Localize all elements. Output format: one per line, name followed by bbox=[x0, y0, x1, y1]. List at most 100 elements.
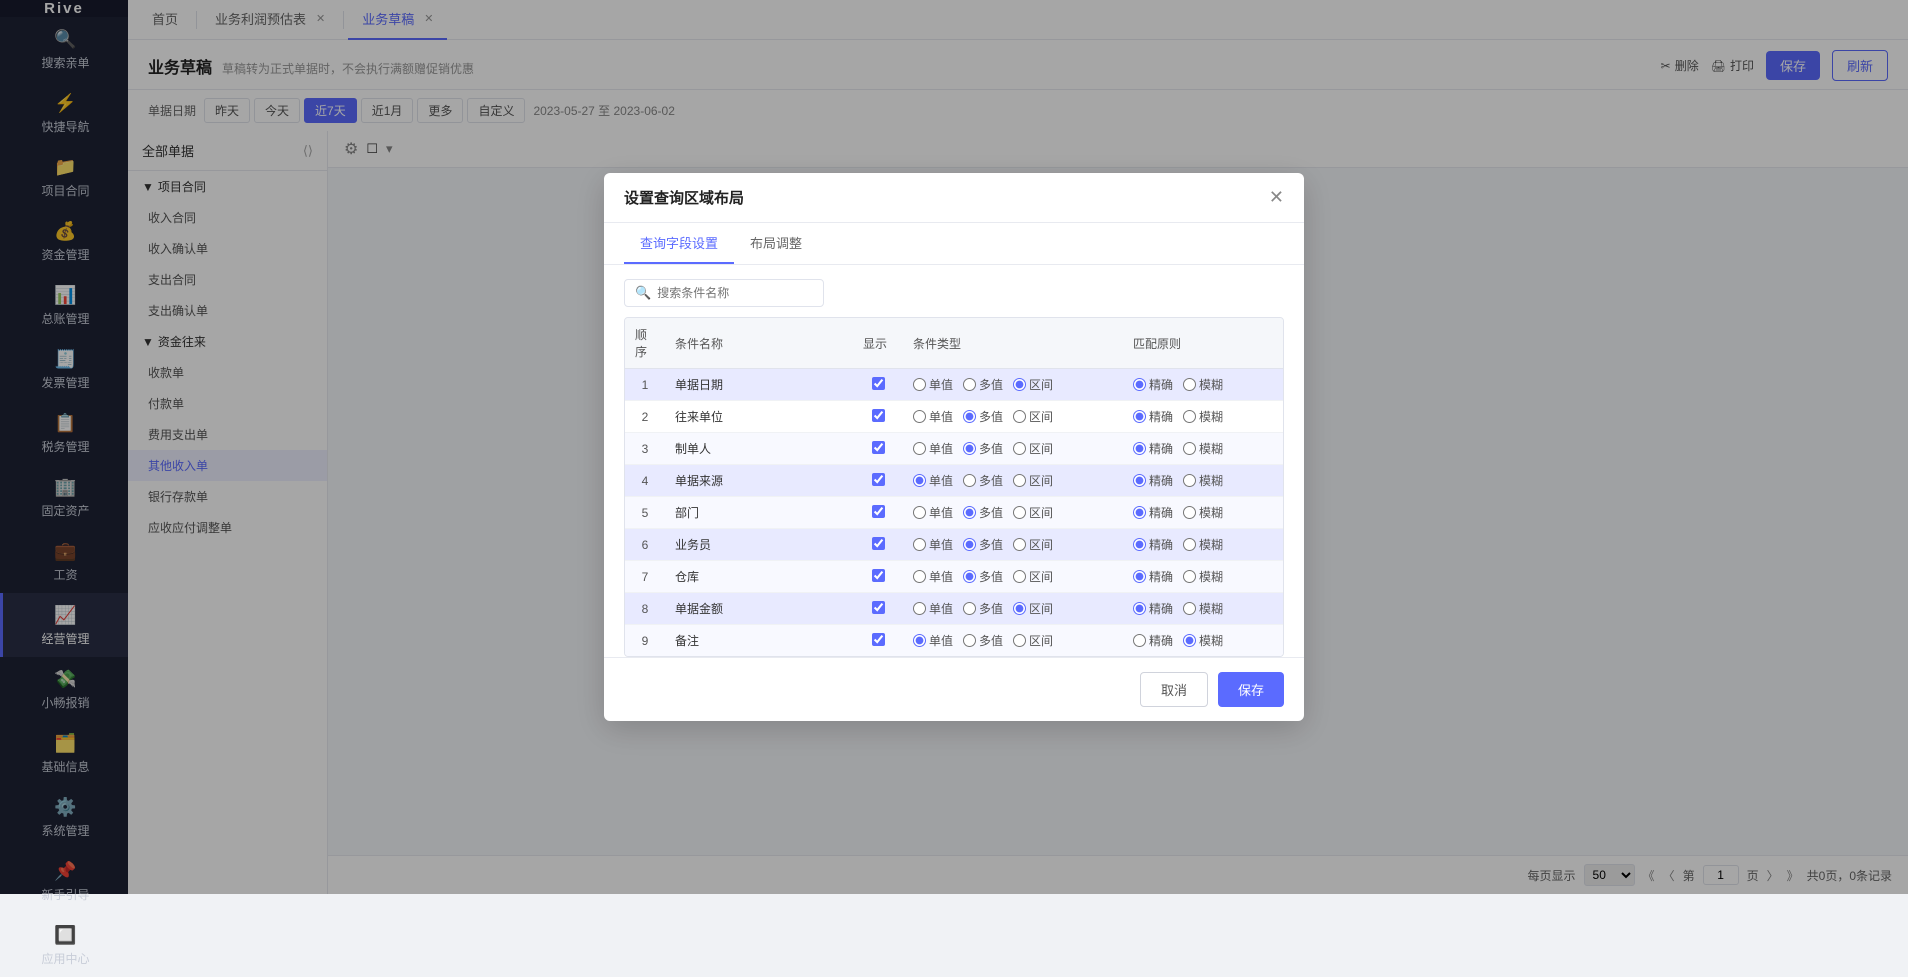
row-type-9: 单值多值区间 bbox=[903, 625, 1123, 657]
type-option-区间-1[interactable]: 区间 bbox=[1013, 376, 1053, 393]
row-order-6: 6 bbox=[625, 529, 665, 561]
type-option-区间-3[interactable]: 区间 bbox=[1013, 440, 1053, 457]
type-option-单值-9[interactable]: 单值 bbox=[913, 632, 953, 649]
modal-dialog: 设置查询区域布局 ✕ 查询字段设置 布局调整 🔍 顺序 条件名称 显示 bbox=[604, 173, 1304, 721]
col-show: 显示 bbox=[853, 318, 903, 369]
modal-table-container: 顺序 条件名称 显示 条件类型 匹配原则 1单据日期单值多值区间精确模糊2往来单… bbox=[624, 317, 1284, 657]
type-option-区间-6[interactable]: 区间 bbox=[1013, 536, 1053, 553]
modal-header: 设置查询区域布局 ✕ bbox=[604, 173, 1304, 223]
show-checkbox-8[interactable] bbox=[872, 601, 885, 614]
show-checkbox-5[interactable] bbox=[872, 505, 885, 518]
match-option-模糊-9[interactable]: 模糊 bbox=[1183, 632, 1223, 649]
type-option-多值-5[interactable]: 多值 bbox=[963, 504, 1003, 521]
show-checkbox-2[interactable] bbox=[872, 409, 885, 422]
match-option-精确-9[interactable]: 精确 bbox=[1133, 632, 1173, 649]
type-option-多值-1[interactable]: 多值 bbox=[963, 376, 1003, 393]
row-show-4 bbox=[853, 465, 903, 497]
table-row: 2往来单位单值多值区间精确模糊 bbox=[625, 401, 1283, 433]
row-match-4: 精确模糊 bbox=[1123, 465, 1283, 497]
match-option-模糊-8[interactable]: 模糊 bbox=[1183, 600, 1223, 617]
row-type-4: 单值多值区间 bbox=[903, 465, 1123, 497]
match-option-模糊-4[interactable]: 模糊 bbox=[1183, 472, 1223, 489]
show-checkbox-7[interactable] bbox=[872, 569, 885, 582]
row-order-9: 9 bbox=[625, 625, 665, 657]
table-row: 1单据日期单值多值区间精确模糊 bbox=[625, 369, 1283, 401]
show-checkbox-4[interactable] bbox=[872, 473, 885, 486]
match-option-精确-7[interactable]: 精确 bbox=[1133, 568, 1173, 585]
col-name: 条件名称 bbox=[665, 318, 853, 369]
match-option-模糊-7[interactable]: 模糊 bbox=[1183, 568, 1223, 585]
col-match: 匹配原则 bbox=[1123, 318, 1283, 369]
modal-save-button[interactable]: 保存 bbox=[1218, 672, 1284, 707]
modal-tab-layout[interactable]: 布局调整 bbox=[734, 223, 818, 264]
type-option-单值-1[interactable]: 单值 bbox=[913, 376, 953, 393]
type-option-单值-5[interactable]: 单值 bbox=[913, 504, 953, 521]
match-option-精确-4[interactable]: 精确 bbox=[1133, 472, 1173, 489]
type-option-区间-5[interactable]: 区间 bbox=[1013, 504, 1053, 521]
type-option-多值-8[interactable]: 多值 bbox=[963, 600, 1003, 617]
search-input[interactable] bbox=[657, 286, 813, 300]
row-name-5: 部门 bbox=[665, 497, 853, 529]
col-type: 条件类型 bbox=[903, 318, 1123, 369]
row-show-2 bbox=[853, 401, 903, 433]
type-option-区间-2[interactable]: 区间 bbox=[1013, 408, 1053, 425]
type-option-多值-6[interactable]: 多值 bbox=[963, 536, 1003, 553]
type-option-单值-3[interactable]: 单值 bbox=[913, 440, 953, 457]
sidebar-item-apps[interactable]: 🔲应用中心 bbox=[0, 913, 128, 977]
type-option-多值-4[interactable]: 多值 bbox=[963, 472, 1003, 489]
row-order-4: 4 bbox=[625, 465, 665, 497]
table-row: 3制单人单值多值区间精确模糊 bbox=[625, 433, 1283, 465]
row-name-9: 备注 bbox=[665, 625, 853, 657]
type-option-区间-8[interactable]: 区间 bbox=[1013, 600, 1053, 617]
row-type-3: 单值多值区间 bbox=[903, 433, 1123, 465]
modal-title: 设置查询区域布局 bbox=[624, 187, 744, 208]
row-type-1: 单值多值区间 bbox=[903, 369, 1123, 401]
match-option-模糊-2[interactable]: 模糊 bbox=[1183, 408, 1223, 425]
match-option-模糊-5[interactable]: 模糊 bbox=[1183, 504, 1223, 521]
type-option-区间-9[interactable]: 区间 bbox=[1013, 632, 1053, 649]
table-row: 5部门单值多值区间精确模糊 bbox=[625, 497, 1283, 529]
search-icon: 🔍 bbox=[635, 285, 651, 301]
show-checkbox-9[interactable] bbox=[872, 633, 885, 646]
row-show-9 bbox=[853, 625, 903, 657]
match-option-精确-2[interactable]: 精确 bbox=[1133, 408, 1173, 425]
table-row: 6业务员单值多值区间精确模糊 bbox=[625, 529, 1283, 561]
row-match-6: 精确模糊 bbox=[1123, 529, 1283, 561]
row-type-6: 单值多值区间 bbox=[903, 529, 1123, 561]
type-option-单值-4[interactable]: 单值 bbox=[913, 472, 953, 489]
row-order-5: 5 bbox=[625, 497, 665, 529]
match-option-精确-5[interactable]: 精确 bbox=[1133, 504, 1173, 521]
match-option-模糊-3[interactable]: 模糊 bbox=[1183, 440, 1223, 457]
table-row: 9备注单值多值区间精确模糊 bbox=[625, 625, 1283, 657]
match-option-精确-6[interactable]: 精确 bbox=[1133, 536, 1173, 553]
type-option-多值-9[interactable]: 多值 bbox=[963, 632, 1003, 649]
row-name-3: 制单人 bbox=[665, 433, 853, 465]
modal-tab-query[interactable]: 查询字段设置 bbox=[624, 223, 734, 264]
show-checkbox-6[interactable] bbox=[872, 537, 885, 550]
type-option-单值-7[interactable]: 单值 bbox=[913, 568, 953, 585]
type-option-多值-3[interactable]: 多值 bbox=[963, 440, 1003, 457]
row-name-7: 仓库 bbox=[665, 561, 853, 593]
type-option-单值-6[interactable]: 单值 bbox=[913, 536, 953, 553]
row-type-5: 单值多值区间 bbox=[903, 497, 1123, 529]
match-option-精确-3[interactable]: 精确 bbox=[1133, 440, 1173, 457]
row-match-2: 精确模糊 bbox=[1123, 401, 1283, 433]
row-show-3 bbox=[853, 433, 903, 465]
cancel-button[interactable]: 取消 bbox=[1140, 672, 1208, 707]
match-option-精确-8[interactable]: 精确 bbox=[1133, 600, 1173, 617]
type-option-区间-4[interactable]: 区间 bbox=[1013, 472, 1053, 489]
match-option-精确-1[interactable]: 精确 bbox=[1133, 376, 1173, 393]
modal-close-button[interactable]: ✕ bbox=[1269, 187, 1284, 208]
type-option-多值-7[interactable]: 多值 bbox=[963, 568, 1003, 585]
type-option-单值-8[interactable]: 单值 bbox=[913, 600, 953, 617]
modal-body: 🔍 顺序 条件名称 显示 条件类型 匹配原则 1单据日期单值多值区间精确模糊2 bbox=[604, 265, 1304, 657]
row-order-2: 2 bbox=[625, 401, 665, 433]
row-show-1 bbox=[853, 369, 903, 401]
show-checkbox-1[interactable] bbox=[872, 377, 885, 390]
type-option-区间-7[interactable]: 区间 bbox=[1013, 568, 1053, 585]
type-option-多值-2[interactable]: 多值 bbox=[963, 408, 1003, 425]
type-option-单值-2[interactable]: 单值 bbox=[913, 408, 953, 425]
show-checkbox-3[interactable] bbox=[872, 441, 885, 454]
match-option-模糊-1[interactable]: 模糊 bbox=[1183, 376, 1223, 393]
match-option-模糊-6[interactable]: 模糊 bbox=[1183, 536, 1223, 553]
